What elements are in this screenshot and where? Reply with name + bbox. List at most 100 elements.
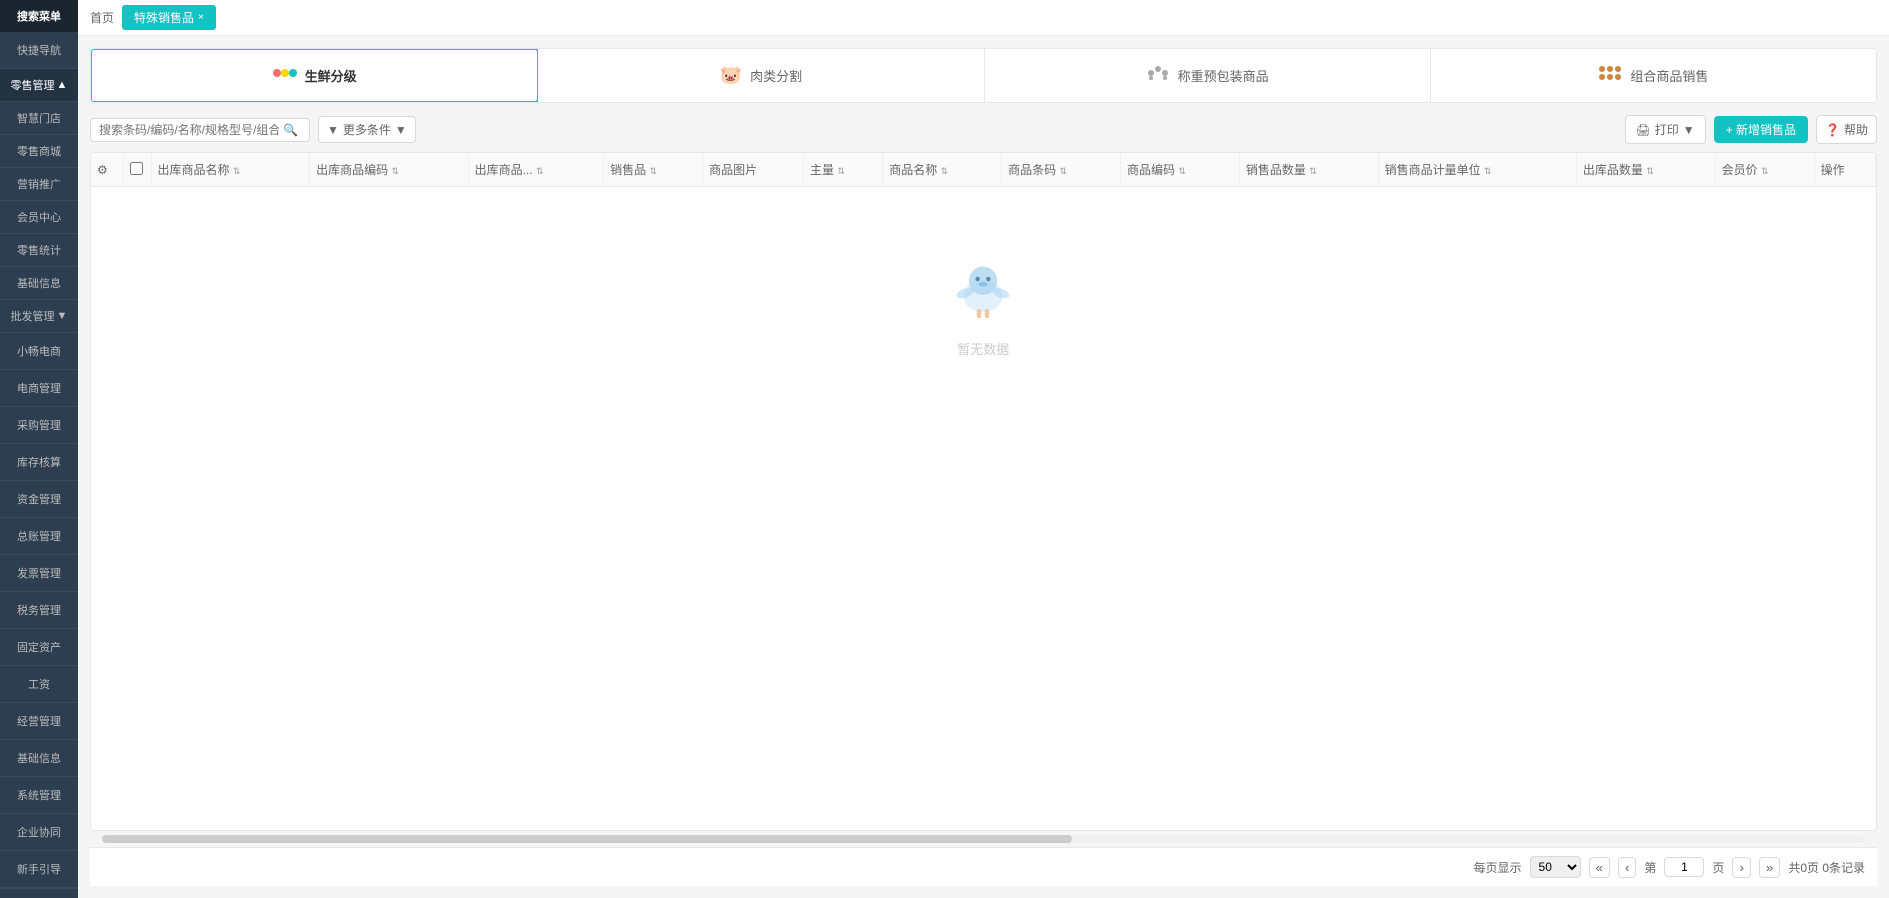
- col-sales-qty[interactable]: 销售品数量 ⇅: [1239, 153, 1378, 187]
- col-sales-unit[interactable]: 销售商品计量单位 ⇅: [1378, 153, 1576, 187]
- next-page-button[interactable]: ›: [1732, 857, 1750, 878]
- col-main-unit[interactable]: 主量 ⇅: [804, 153, 883, 187]
- sidebar-item-smart-store[interactable]: 智慧门店: [0, 102, 78, 135]
- col-item-code[interactable]: 商品编码 ⇅: [1121, 153, 1240, 187]
- col-out-spec[interactable]: 出库商品... ⇅: [468, 153, 603, 187]
- print-arrow-icon: ▼: [1683, 123, 1695, 137]
- sidebar-item-retail-mgmt[interactable]: 零售管理 ▲: [0, 69, 78, 102]
- search-input[interactable]: [99, 123, 279, 137]
- sort-icon-4: ⇅: [649, 166, 657, 176]
- sidebar-item-label: 零售商城: [17, 143, 61, 159]
- col-barcode[interactable]: 商品条码 ⇅: [1002, 153, 1121, 187]
- sidebar-item-mini-ecom[interactable]: 小畅电商: [0, 333, 78, 370]
- sidebar-item-label: 资金管理: [17, 491, 61, 507]
- sidebar-item-label: 电商管理: [17, 380, 61, 396]
- sidebar-item-member-center[interactable]: 会员中心: [0, 201, 78, 234]
- sort-icon-6: ⇅: [941, 166, 949, 176]
- weigh-prepack-icon: [1146, 64, 1170, 87]
- sort-icon-10: ⇅: [1484, 166, 1492, 176]
- sidebar-item-ledger-mgmt[interactable]: 总账管理: [0, 518, 78, 555]
- sidebar-item-label: 智慧门店: [17, 110, 61, 126]
- per-page-select[interactable]: 50 20 100: [1530, 856, 1581, 878]
- per-page-label: 每页显示: [1474, 859, 1522, 876]
- col-out-name[interactable]: 出库商品名称 ⇅: [151, 153, 310, 187]
- first-page-button[interactable]: «: [1589, 857, 1610, 878]
- sidebar-item-invoice-mgmt[interactable]: 发票管理: [0, 555, 78, 592]
- col-out-qty[interactable]: 出库品数量 ⇅: [1576, 153, 1715, 187]
- sort-icon-2: ⇅: [391, 166, 399, 176]
- sidebar-item-capital-mgmt[interactable]: 资金管理: [0, 481, 78, 518]
- help-button[interactable]: ❓ 帮助: [1816, 115, 1877, 144]
- category-tabs: 生鲜分级 🐷 肉类分割 称重预包装商品: [90, 48, 1877, 103]
- pagination: 每页显示 50 20 100 « ‹ 第 页 › » 共0页 0条记录: [90, 847, 1877, 886]
- add-label: + 新增销售品: [1726, 121, 1796, 138]
- sort-icon-5: ⇅: [837, 166, 845, 176]
- active-tab[interactable]: 特殊销售品 ×: [122, 5, 216, 30]
- sidebar-item-quick-nav[interactable]: 快捷导航: [0, 32, 78, 69]
- sidebar-item-label: 总账管理: [17, 528, 61, 544]
- sidebar-item-sales-promo[interactable]: 营销推广: [0, 168, 78, 201]
- settings-button[interactable]: ⚙: [0, 888, 78, 898]
- page-input[interactable]: [1664, 857, 1704, 877]
- col-checkbox[interactable]: [123, 153, 151, 187]
- home-tab[interactable]: 首页: [90, 9, 114, 26]
- sidebar-item-label: 经营管理: [17, 713, 61, 729]
- sidebar-item-new-guide[interactable]: 新手引导: [0, 851, 78, 888]
- col-out-spec-label: 出库商品...: [475, 163, 533, 177]
- filter-arrow-icon: ▼: [395, 123, 407, 137]
- sidebar-item-salary[interactable]: 工资: [0, 666, 78, 703]
- sidebar-item-retail-mall[interactable]: 零售商城: [0, 135, 78, 168]
- col-item-name[interactable]: 商品名称 ⇅: [883, 153, 1002, 187]
- chevron-icon: ▲: [57, 79, 68, 91]
- col-member-price[interactable]: 会员价 ⇅: [1715, 153, 1814, 187]
- fresh-grade-icon: [273, 64, 297, 87]
- col-settings[interactable]: ⚙: [91, 153, 123, 187]
- sidebar-item-ecom-mgmt[interactable]: 电商管理: [0, 370, 78, 407]
- empty-state: 暂无数据: [91, 187, 1876, 418]
- col-out-code[interactable]: 出库商品编码 ⇅: [310, 153, 469, 187]
- tab-close-button[interactable]: ×: [198, 12, 204, 23]
- top-nav: 首页 特殊销售品 ×: [78, 0, 1889, 36]
- col-member-price-label: 会员价: [1722, 163, 1758, 177]
- select-all-checkbox[interactable]: [130, 162, 143, 175]
- sidebar: 搜索菜单 快捷导航 零售管理 ▲ 智慧门店 零售商城 营销推广 会员中心 零售统…: [0, 0, 78, 898]
- sidebar-item-fixed-assets[interactable]: 固定资产: [0, 629, 78, 666]
- tab-combo-sales[interactable]: 组合商品销售: [1431, 49, 1876, 102]
- sidebar-item-label: 工资: [28, 676, 50, 692]
- search-box[interactable]: 🔍: [90, 118, 310, 142]
- last-page-button[interactable]: »: [1759, 857, 1780, 878]
- col-sales-item[interactable]: 销售品 ⇅: [604, 153, 703, 187]
- sidebar-item-basic-info2[interactable]: 基础信息: [0, 740, 78, 777]
- sidebar-item-retail-stats[interactable]: 零售统计: [0, 234, 78, 267]
- sidebar-item-label: 会员中心: [17, 209, 61, 225]
- filter-button[interactable]: ▼ 更多条件 ▼: [318, 116, 416, 143]
- sidebar-item-purchase-mgmt[interactable]: 采购管理: [0, 407, 78, 444]
- tab-weigh-prepack[interactable]: 称重预包装商品: [985, 49, 1431, 102]
- sidebar-item-basic-info[interactable]: 基础信息: [0, 267, 78, 300]
- sidebar-item-wholesale-mgmt[interactable]: 批发管理 ▼: [0, 300, 78, 333]
- add-sales-item-button[interactable]: + 新增销售品: [1714, 116, 1808, 143]
- print-button[interactable]: 🖨 打印 ▼: [1625, 115, 1706, 144]
- page-prefix-label: 第: [1644, 859, 1656, 876]
- tab-fresh-grade[interactable]: 生鲜分级: [90, 48, 539, 103]
- sidebar-item-biz-protocol[interactable]: 企业协同: [0, 814, 78, 851]
- horizontal-scrollbar[interactable]: [102, 835, 1865, 843]
- col-item-image: 商品图片: [703, 153, 804, 187]
- sidebar-item-biz-mgmt[interactable]: 经营管理: [0, 703, 78, 740]
- tab-meat-cut[interactable]: 🐷 肉类分割: [538, 49, 984, 102]
- empty-row: 暂无数据: [91, 187, 1876, 419]
- sidebar-item-tax-mgmt[interactable]: 税务管理: [0, 592, 78, 629]
- toolbar-left: 🔍 ▼ 更多条件 ▼: [90, 116, 416, 143]
- data-table: ⚙ 出库商品名称 ⇅ 出库商品编码 ⇅: [91, 153, 1876, 418]
- tab-weigh-prepack-label: 称重预包装商品: [1178, 66, 1269, 85]
- col-out-qty-label: 出库品数量: [1583, 163, 1643, 177]
- prev-page-button[interactable]: ‹: [1618, 857, 1636, 878]
- sidebar-item-label: 基础信息: [17, 275, 61, 291]
- col-barcode-label: 商品条码: [1008, 163, 1056, 177]
- sort-icon-8: ⇅: [1178, 166, 1186, 176]
- settings-icon: ⚙: [97, 163, 108, 177]
- search-icon: 🔍: [283, 123, 298, 137]
- sidebar-item-sys-mgmt[interactable]: 系统管理: [0, 777, 78, 814]
- sidebar-item-inventory[interactable]: 库存核算: [0, 444, 78, 481]
- filter-label: 更多条件: [343, 121, 391, 138]
